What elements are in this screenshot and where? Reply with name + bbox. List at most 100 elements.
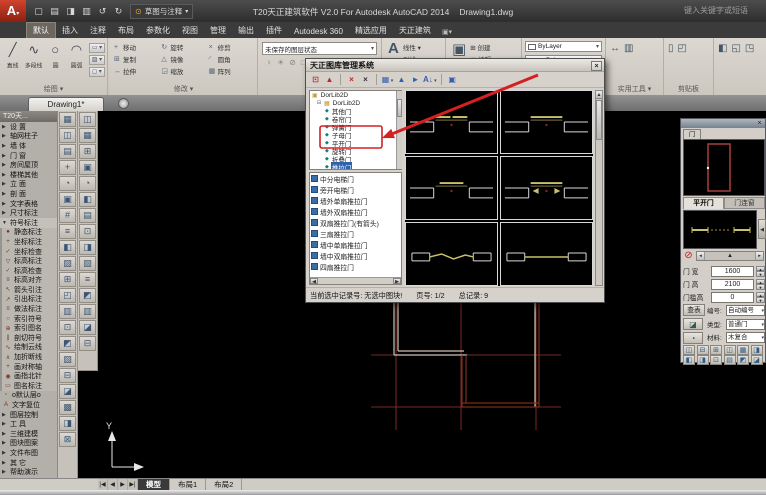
submenu-item-13[interactable]: ∧ 加折断线 — [0, 352, 57, 362]
measure-tool-icon-0[interactable]: ↔ — [610, 43, 620, 54]
left-tool-icon-1[interactable]: ◫ — [59, 128, 76, 143]
ribbon-tab-overflow-icon[interactable]: ▣▾ — [437, 26, 457, 38]
tree-category-3[interactable]: ◆ 子母门 — [310, 131, 401, 140]
insert-mode-icon-4[interactable]: ▦ — [737, 345, 749, 355]
palette-tab-door[interactable]: 门 — [683, 129, 701, 139]
right-tool-icon-4[interactable]: ◔ — [79, 176, 96, 191]
door-width-stepper[interactable]: ▲ ▼ — [756, 265, 765, 277]
insert-mode-icon-7[interactable]: ◨ — [696, 355, 709, 365]
insert-block-icon[interactable]: ▣ — [446, 38, 470, 58]
door-3d-preview[interactable] — [683, 139, 765, 196]
layer-state-dropdown[interactable]: 未保存的图层状态 ▾ — [262, 42, 377, 55]
left-tool-icon-0[interactable]: ▦ — [59, 112, 76, 127]
sidebar-item-3[interactable]: ▶ 门 窗 — [0, 151, 57, 161]
thumbnail-3[interactable] — [500, 156, 593, 220]
pick-door-params-icon[interactable]: ◪ — [683, 318, 703, 330]
submenu-item-4[interactable]: ✓ 标高检查 — [0, 265, 57, 276]
sort-icon[interactable]: A↓ ▾ — [423, 73, 437, 86]
palette-close-icon[interactable]: × — [755, 119, 764, 128]
ribbon-tab-featured[interactable]: 精选应用 — [349, 23, 393, 38]
doc-tab-model[interactable]: 模型 — [138, 479, 170, 490]
sidebar-bottom-item-0[interactable]: ▫ o默认层o — [0, 391, 57, 401]
ribbon-tab-addins[interactable]: 插件 — [260, 23, 288, 38]
circle-tool[interactable]: ○ 圆 — [45, 40, 66, 77]
fullscreen-preview-icon[interactable]: ▣ — [446, 73, 459, 86]
thumbnail-5[interactable] — [500, 222, 593, 286]
insert-mode-icon-0[interactable]: ◫ — [683, 345, 695, 355]
tree-category-4[interactable]: ◆ 平开门 — [310, 139, 401, 148]
leaf-position-slider[interactable]: ◂ ▲ ▸ — [696, 251, 764, 261]
ribbon-tab-parametric[interactable]: 参数化 — [140, 23, 176, 38]
undo-icon[interactable]: ↺ — [96, 5, 109, 18]
block-item-6[interactable]: 墙中单扇推拉门 — [310, 239, 401, 250]
tree-category-0[interactable]: ◆ 其他门 — [310, 107, 401, 116]
tab-nav-icon-0[interactable]: |◀ — [98, 479, 108, 490]
right-tool-icon-10[interactable]: ≡ — [79, 272, 96, 287]
slider-left-icon[interactable]: ◂ — [697, 252, 705, 260]
ribbon-tab-insert[interactable]: 插入 — [56, 23, 84, 38]
block-item-4[interactable]: 双扇推拉门(有箭头) — [310, 217, 401, 228]
submenu-item-16[interactable]: ▭ 图名标注 — [0, 381, 57, 391]
view-mode-icon[interactable]: ▦ ▾ — [381, 73, 394, 86]
sidebar-bottom-item-5[interactable]: ▶ 图块图案 — [0, 439, 57, 449]
left-tool-icon-3[interactable]: + — [59, 160, 76, 175]
ribbon-tab-annotate[interactable]: 注释 — [84, 23, 112, 38]
right-tool-icon-6[interactable]: ▤ — [79, 208, 96, 223]
left-tool-icon-6[interactable]: # — [59, 208, 76, 223]
block-item-7[interactable]: 墙中双扇推拉门 — [310, 250, 401, 261]
submenu-item-7[interactable]: ↗ 引出标注 — [0, 294, 57, 305]
right-tool-icon-12[interactable]: ▥ — [79, 304, 96, 319]
arc-tool[interactable]: ◠ 圆弧 — [66, 40, 87, 77]
door-height-input[interactable]: 2100 — [711, 278, 754, 290]
sidebar-bottom-item-3[interactable]: ▶ 工 具 — [0, 419, 57, 429]
sidebar-bottom-item-7[interactable]: ▶ 其 它 — [0, 458, 57, 468]
left-tool-icon-13[interactable]: ⊡ — [59, 320, 76, 335]
right-tool-icon-9[interactable]: ▨ — [79, 256, 96, 271]
measure-tool-icon-1[interactable]: ▥ — [624, 43, 633, 54]
lookup-table-button[interactable]: 查表 — [683, 304, 705, 316]
draw-panel-footer[interactable]: 绘图 ▾ — [0, 84, 107, 94]
tree-category-5[interactable]: ◆ 旋转门 — [310, 147, 401, 156]
tree-category-6[interactable]: ◆ 折叠门 — [310, 155, 401, 164]
slider-right-icon[interactable]: ▸ — [755, 252, 763, 260]
left-tool-icon-2[interactable]: ▤ — [59, 144, 76, 159]
door-sill-input[interactable]: 0 — [711, 291, 754, 303]
modify-panel-footer[interactable]: 修改 ▾ — [110, 84, 257, 94]
tree-category-1[interactable]: ◆ 卷帘门 — [310, 115, 401, 124]
door-type-dropdown[interactable]: ▾ 普通门 — [726, 318, 765, 330]
redo-icon[interactable]: ↻ — [112, 5, 125, 18]
thumbnail-scrollbar[interactable]: ▲ — [595, 90, 603, 286]
ribbon-tab-output[interactable]: 输出 — [232, 23, 260, 38]
right-tool-icon-2[interactable]: ⊞ — [79, 144, 96, 159]
sidebar-bottom-item-8[interactable]: ▶ 帮助演示 — [0, 467, 57, 477]
tree-subfolder[interactable]: ⊟ ▦ DorLib2D — [310, 99, 401, 107]
tab-nav-icon-2[interactable]: ▶ — [118, 479, 128, 490]
open-file-icon[interactable]: ▤ — [48, 5, 61, 18]
polyline-tool[interactable]: ∿ 多段线 — [23, 40, 44, 77]
sidebar-item-5[interactable]: ▶ 楼梯其他 — [0, 170, 57, 180]
modify-tool-4[interactable]: △ 镜像 — [161, 53, 205, 65]
block-item-0[interactable]: 中分电梯门 — [310, 173, 401, 184]
door-width-input[interactable]: 1600 — [711, 265, 754, 277]
block-item-1[interactable]: 旁开电梯门 — [310, 184, 401, 195]
save-file-icon[interactable]: ◨ — [64, 5, 77, 18]
sidebar-item-symbol-annotation[interactable]: ▼ 符号标注 — [0, 217, 57, 228]
sidebar-item-4[interactable]: ▶ 房间屋顶 — [0, 160, 57, 170]
preview-flip-handle[interactable]: ◀ — [758, 219, 766, 239]
right-tool-icon-7[interactable]: ⊡ — [79, 224, 96, 239]
modify-tool-7[interactable]: ◲ 缩放 — [161, 65, 205, 77]
submenu-item-1[interactable]: + 坐标标注 — [0, 237, 57, 247]
ribbon-extra-icon-0[interactable]: ◧ — [718, 43, 727, 54]
modify-tool-6[interactable]: ↔ 拉伸 — [114, 65, 158, 77]
right-tool-icon-5[interactable]: ◧ — [79, 192, 96, 207]
help-search-box[interactable]: 键入关键字或短语 — [684, 5, 766, 16]
new-drawing-button[interactable] — [118, 98, 129, 109]
sidebar-item-9[interactable]: ▶ 尺寸标注 — [0, 208, 57, 218]
delete-category-icon[interactable]: × — [359, 73, 372, 86]
submenu-item-11[interactable]: ∥ 剖切符号 — [0, 333, 57, 343]
ribbon-tab-default[interactable]: 默认 — [26, 22, 56, 38]
thumbnail-4[interactable] — [405, 222, 498, 286]
line-tool[interactable]: ╱ 直线 — [2, 40, 23, 77]
layer-lock-icon[interactable]: ⊘ — [289, 58, 296, 67]
stop-icon[interactable]: ⊘ — [683, 250, 694, 261]
